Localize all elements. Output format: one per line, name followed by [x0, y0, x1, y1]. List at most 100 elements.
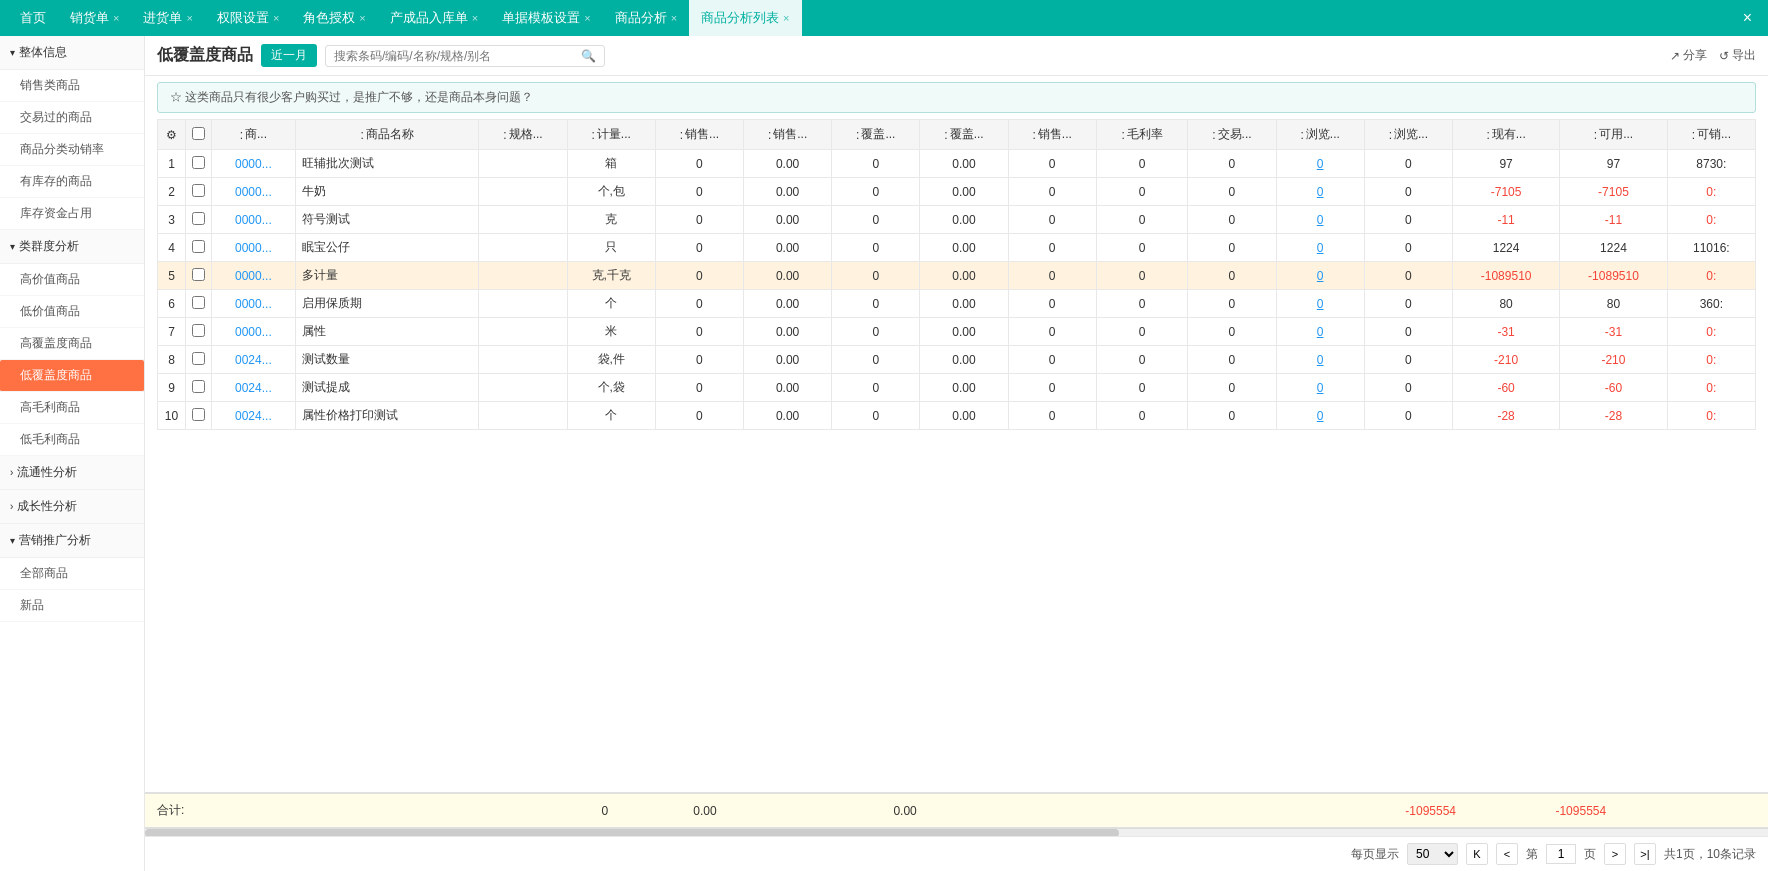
row-checkbox[interactable]: [186, 206, 212, 234]
sidebar-item-high-coverage[interactable]: 高覆盖度商品: [0, 328, 144, 360]
sidebar-section-marketing[interactable]: ▾ 营销推广分析: [0, 524, 144, 558]
col-checkbox[interactable]: [186, 120, 212, 150]
col-sales-amt[interactable]: : 销售...: [743, 120, 831, 150]
nav-product-entry[interactable]: 产成品入库单 ×: [378, 0, 490, 36]
col-sales3[interactable]: : 销售...: [1008, 120, 1096, 150]
col-sales-qty[interactable]: : 销售...: [655, 120, 743, 150]
sidebar-section-cluster[interactable]: ▾ 类群度分析: [0, 230, 144, 264]
window-close-button[interactable]: ×: [1735, 9, 1760, 27]
col-settings[interactable]: ⚙: [158, 120, 186, 150]
row-checkbox[interactable]: [186, 290, 212, 318]
row-checkbox[interactable]: [186, 374, 212, 402]
col-unit[interactable]: : 计量...: [567, 120, 655, 150]
col-cover1[interactable]: : 覆盖...: [832, 120, 920, 150]
sidebar-item-goods-turnover[interactable]: 商品分类动销率: [0, 134, 144, 166]
nav-goods-analysis[interactable]: 商品分析 ×: [603, 0, 689, 36]
col-available[interactable]: : 可用...: [1560, 120, 1667, 150]
row-sales-qty: 0: [655, 318, 743, 346]
row-browse1[interactable]: 0: [1276, 402, 1364, 430]
col-name[interactable]: : 商品名称: [295, 120, 479, 150]
row-checkbox[interactable]: [186, 178, 212, 206]
nav-goods-analysis-list[interactable]: 商品分析列表 ×: [689, 0, 801, 36]
col-browse2[interactable]: : 浏览...: [1364, 120, 1452, 150]
nav-role-auth[interactable]: 角色授权 ×: [291, 0, 377, 36]
close-icon[interactable]: ×: [273, 12, 279, 24]
period-button[interactable]: 近一月: [261, 44, 317, 67]
row-browse1[interactable]: 0: [1276, 262, 1364, 290]
col-saleable[interactable]: : 可销...: [1667, 120, 1755, 150]
sidebar-item-traded-goods[interactable]: 交易过的商品: [0, 102, 144, 134]
sidebar-collapse-button[interactable]: «: [144, 76, 145, 104]
close-icon[interactable]: ×: [359, 12, 365, 24]
row-gross-rate: 0: [1096, 402, 1188, 430]
row-checkbox[interactable]: [186, 318, 212, 346]
sidebar-item-high-value[interactable]: 高价值商品: [0, 264, 144, 296]
row-checkbox[interactable]: [186, 150, 212, 178]
col-spec[interactable]: : 规格...: [479, 120, 567, 150]
row-checkbox[interactable]: [186, 346, 212, 374]
last-page-button[interactable]: >|: [1634, 843, 1656, 865]
total-records: 共1页，10条记录: [1664, 846, 1756, 863]
row-browse1[interactable]: 0: [1276, 234, 1364, 262]
row-browse1[interactable]: 0: [1276, 150, 1364, 178]
table-container[interactable]: ⚙ : 商... : 商品名称 : 规格... : 计量... : 销售... …: [145, 119, 1768, 792]
row-current: -60: [1452, 374, 1559, 402]
pagination-bar: 每页显示 50 10 20 100 K < 第 页 > >| 共1页，10条记录: [145, 836, 1768, 871]
sidebar-item-all-goods[interactable]: 全部商品: [0, 558, 144, 590]
row-browse1[interactable]: 0: [1276, 318, 1364, 346]
export-button[interactable]: ↺ 导出: [1719, 47, 1756, 64]
nav-permission-settings[interactable]: 权限设置 ×: [205, 0, 291, 36]
sidebar-section-overall[interactable]: ▾ 整体信息: [0, 36, 144, 70]
close-icon[interactable]: ×: [472, 12, 478, 24]
first-page-button[interactable]: K: [1466, 843, 1488, 865]
row-checkbox[interactable]: [186, 262, 212, 290]
close-icon[interactable]: ×: [584, 12, 590, 24]
share-button[interactable]: ↗ 分享: [1670, 47, 1707, 64]
sidebar-section-growth[interactable]: › 成长性分析: [0, 490, 144, 524]
row-num: 2: [158, 178, 186, 206]
col-code[interactable]: : 商...: [212, 120, 296, 150]
sidebar-item-low-coverage[interactable]: 低覆盖度商品: [0, 360, 144, 392]
col-trade[interactable]: : 交易...: [1188, 120, 1276, 150]
horizontal-scrollbar[interactable]: [145, 828, 1768, 836]
row-name: 属性价格打印测试: [295, 402, 479, 430]
nav-template-settings[interactable]: 单据模板设置 ×: [490, 0, 602, 36]
row-checkbox[interactable]: [186, 402, 212, 430]
sidebar-item-high-margin[interactable]: 高毛利商品: [0, 392, 144, 424]
col-browse1[interactable]: : 浏览...: [1276, 120, 1364, 150]
nav-home[interactable]: 首页: [8, 0, 58, 36]
row-browse1[interactable]: 0: [1276, 290, 1364, 318]
close-icon[interactable]: ×: [783, 12, 789, 24]
sidebar-item-in-stock-goods[interactable]: 有库存的商品: [0, 166, 144, 198]
row-cover2: 0.00: [920, 374, 1008, 402]
page-number-input[interactable]: [1546, 844, 1576, 864]
close-icon[interactable]: ×: [671, 12, 677, 24]
close-icon[interactable]: ×: [113, 12, 119, 24]
row-sales3: 0: [1008, 150, 1096, 178]
sidebar-item-low-value[interactable]: 低价值商品: [0, 296, 144, 328]
sidebar-item-low-margin[interactable]: 低毛利商品: [0, 424, 144, 456]
row-browse1[interactable]: 0: [1276, 178, 1364, 206]
nav-purchase-order[interactable]: 进货单 ×: [131, 0, 204, 36]
table-row: 9 0024... 测试提成 个,袋 0 0.00 0 0.00 0 0 0 0…: [158, 374, 1756, 402]
sidebar-item-sales-goods[interactable]: 销售类商品: [0, 70, 144, 102]
sidebar-item-stock-capital[interactable]: 库存资金占用: [0, 198, 144, 230]
sidebar-item-new-goods[interactable]: 新品: [0, 590, 144, 622]
row-unit: 克: [567, 206, 655, 234]
nav-sales-order[interactable]: 销货单 ×: [58, 0, 131, 36]
per-page-select[interactable]: 50 10 20 100: [1407, 843, 1458, 865]
row-browse1[interactable]: 0: [1276, 374, 1364, 402]
col-gross-rate[interactable]: : 毛利率: [1096, 120, 1188, 150]
footer-current: -1095554: [1356, 804, 1506, 818]
close-icon[interactable]: ×: [186, 12, 192, 24]
prev-page-button[interactable]: <: [1496, 843, 1518, 865]
col-current[interactable]: : 现有...: [1452, 120, 1559, 150]
col-cover2[interactable]: : 覆盖...: [920, 120, 1008, 150]
row-checkbox[interactable]: [186, 234, 212, 262]
row-browse1[interactable]: 0: [1276, 346, 1364, 374]
search-input[interactable]: [334, 49, 577, 63]
row-browse1[interactable]: 0: [1276, 206, 1364, 234]
next-page-button[interactable]: >: [1604, 843, 1626, 865]
sidebar-section-circulation[interactable]: › 流通性分析: [0, 456, 144, 490]
select-all-checkbox[interactable]: [192, 127, 205, 140]
